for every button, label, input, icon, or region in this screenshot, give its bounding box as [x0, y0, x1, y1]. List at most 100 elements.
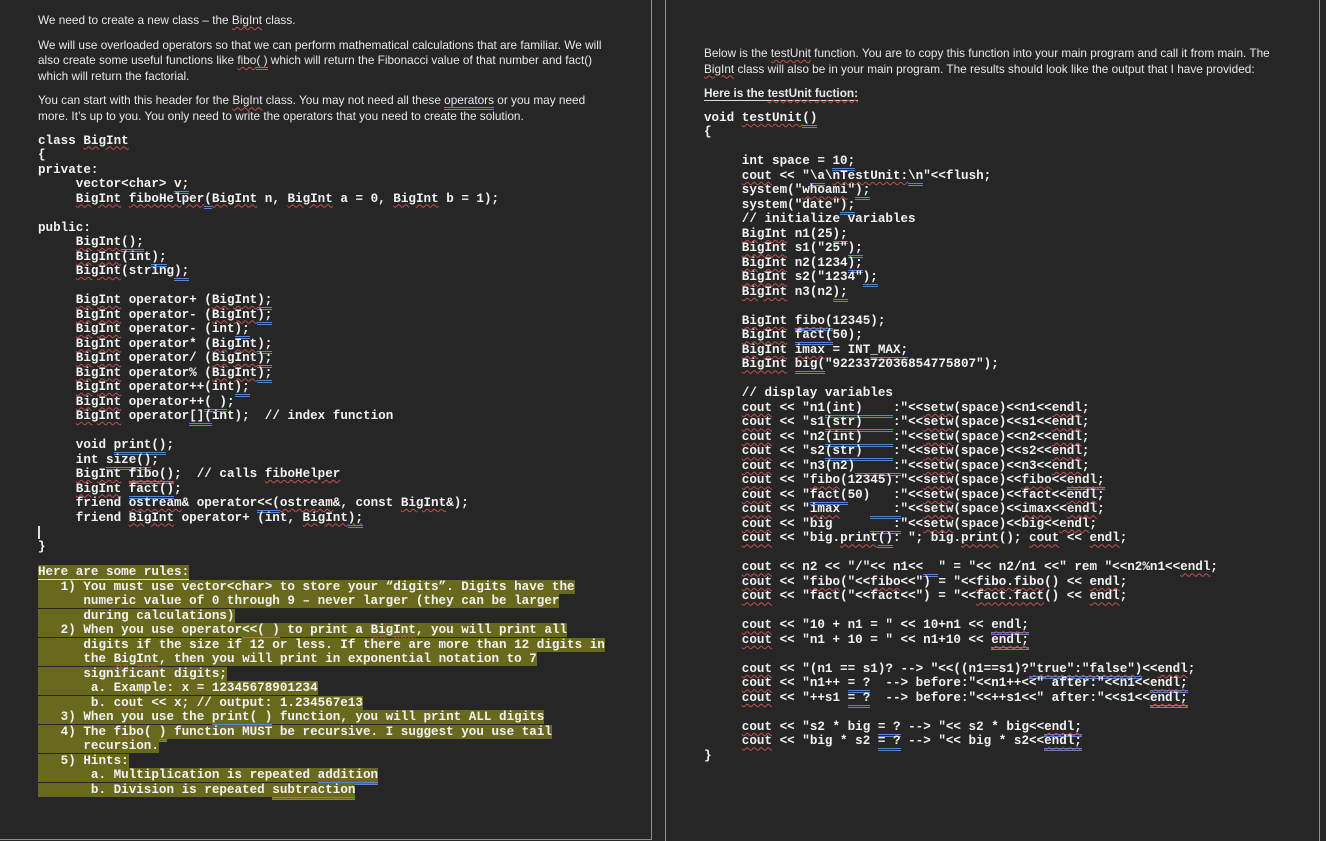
code-line[interactable]: BigInt n1(25);	[704, 226, 1313, 244]
code-line[interactable]: cout << "s1(str) :"<<setw(space)<<s1<<en…	[704, 415, 1313, 433]
code-line[interactable]: digits if the size if 12 or less. If the…	[38, 637, 645, 653]
code-line[interactable]: BigInt n3(n2);	[704, 284, 1313, 302]
code-line[interactable]: 2) When you use operator<<( ) to print a…	[38, 623, 645, 641]
text-line[interactable]: also create some useful functions like f…	[38, 53, 645, 71]
code-line[interactable]: }	[38, 540, 645, 555]
code-line[interactable]: 4) The fibo( ) function MUST be recursiv…	[38, 724, 645, 742]
code-line[interactable]: public:	[38, 221, 645, 236]
code-line[interactable]: BigInt fibo(); // calls fiboHelper	[38, 467, 645, 485]
code-line[interactable]: b. cout << x; // output: 1.234567e13	[38, 695, 645, 711]
code-line[interactable]	[38, 206, 645, 221]
code-line[interactable]: cout << "n1(int) :"<<setw(space)<<n1<<en…	[704, 400, 1313, 418]
code-line[interactable]: a. Multiplication is repeated addition	[38, 768, 645, 786]
code-line[interactable]: cout << n2 << "/"<< n1<< " = "<< n2/n1 <…	[704, 560, 1313, 578]
code-line[interactable]	[38, 525, 645, 540]
code-line[interactable]: }	[704, 749, 1313, 764]
code-line[interactable]: void print();	[38, 438, 645, 456]
code-line[interactable]: BigInt s1("25");	[704, 241, 1313, 259]
code-line[interactable]: recursion.	[38, 739, 645, 754]
code-line[interactable]: cout << "big.print(): "; big.print(); co…	[704, 531, 1313, 549]
code-line[interactable]: system("date");	[704, 197, 1313, 215]
text-line[interactable]: We need to create a new class – the BigI…	[38, 13, 645, 29]
code-line[interactable]: cout << "fibo(12345):"<<setw(space)<<fib…	[704, 473, 1313, 491]
code-line[interactable]: cout << "fibo("<<fibo<<") = "<<fibo.fibo…	[704, 575, 1313, 590]
code-line[interactable]: the BigInt, then you will print in expon…	[38, 652, 645, 667]
code-line[interactable]: cout << "big :"<<setw(space)<<big<<endl;	[704, 516, 1313, 534]
code-line[interactable]: BigInt n2(1234);	[704, 255, 1313, 273]
code-line[interactable]: int space = 10;	[704, 154, 1313, 172]
code-line[interactable]: cout << "s2 * big = ? --> "<< s2 * big<<…	[704, 719, 1313, 737]
text-line[interactable]: BigInt class will also be in your main p…	[704, 62, 1313, 78]
text-line[interactable]: more. It’s up to you. You only need to w…	[38, 109, 645, 125]
text-line[interactable]: which will return the factorial.	[38, 69, 645, 85]
code-line[interactable]: cout << "fact(50) :"<<setw(space)<<fact<…	[704, 487, 1313, 505]
code-line[interactable]: numeric value of 0 through 9 – never lar…	[38, 594, 645, 609]
code-line[interactable]: 3) When you use the print( ) function, y…	[38, 710, 645, 728]
code-line[interactable]: BigInt operator% (BigInt);	[38, 365, 645, 383]
code-line[interactable]: cout << "n3(n2) :"<<setw(space)<<n3<<end…	[704, 458, 1313, 476]
code-line[interactable]: BigInt s2("1234");	[704, 270, 1313, 288]
text-line[interactable]: We will use overloaded operators so that…	[38, 38, 645, 54]
code-line[interactable]: system("whoami");	[704, 183, 1313, 201]
code-line[interactable]: BigInt operator/ (BigInt);	[38, 351, 645, 369]
code-line[interactable]: cout << "n2(int) :"<<setw(space)<<n2<<en…	[704, 429, 1313, 447]
text-line[interactable]: Here is the testUnit fuction:	[704, 86, 1313, 102]
code-line[interactable]: int size();	[38, 452, 645, 470]
code-line[interactable]: BigInt operator- (int);	[38, 322, 645, 340]
code-line[interactable]	[704, 604, 1313, 619]
code-line[interactable]: cout << "\a\nTestUnit:\n"<<flush;	[704, 168, 1313, 186]
code-line[interactable]: BigInt operator++( );	[38, 394, 645, 412]
code-line[interactable]: BigInt operator++(int);	[38, 380, 645, 398]
code-line[interactable]: private:	[38, 163, 645, 178]
code-line[interactable]: cout << "n1++ = ? --> before:"<<n1++<<" …	[704, 676, 1313, 694]
code-line[interactable]: // initialize variables	[704, 212, 1313, 227]
code-line[interactable]: cout << "n1 + 10 = " << n1+10 << endl;	[704, 632, 1313, 650]
code-line[interactable]: // display variables	[704, 386, 1313, 401]
code-line[interactable]: BigInt operator- (BigInt);	[38, 307, 645, 325]
left-page[interactable]: We need to create a new class – the BigI…	[0, 0, 652, 840]
code-line[interactable]: b. Division is repeated subtraction	[38, 782, 645, 800]
code-line[interactable]: BigInt big("9223372036854775807");	[704, 357, 1313, 375]
right-page[interactable]: Below is the testUnit function. You are …	[665, 0, 1320, 841]
code-line[interactable]: Here are some rules:	[38, 565, 645, 581]
code-line[interactable]	[704, 546, 1313, 561]
code-line[interactable]: 1) You must use vector<char> to store yo…	[38, 579, 645, 595]
code-line[interactable]: cout << "imax :"<<setw(space)<<imax<<end…	[704, 502, 1313, 520]
code-line[interactable]: a. Example: x = 12345678901234	[38, 681, 645, 696]
code-line[interactable]: vector<char> v;	[38, 177, 645, 195]
code-line[interactable]: BigInt imax = INT_MAX;	[704, 342, 1313, 360]
code-line[interactable]: class BigInt	[38, 134, 645, 149]
code-line[interactable]: BigInt fact();	[38, 481, 645, 499]
text-run: endl	[1066, 502, 1098, 517]
code-line[interactable]	[38, 424, 645, 439]
code-line[interactable]: BigInt();	[38, 235, 645, 253]
code-line[interactable]: 5) Hints:	[38, 753, 645, 769]
code-line[interactable]	[704, 299, 1313, 314]
code-line[interactable]: cout << "10 + n1 = " << 10+n1 << endl;	[704, 618, 1313, 636]
code-line[interactable]: cout << "big * s2 = ? --> "<< big * s2<<…	[704, 734, 1313, 752]
code-line[interactable]: cout << "fact("<<fact<<") = "<<fact.fact…	[704, 589, 1313, 604]
code-line[interactable]: cout << "(n1 == s1)? --> "<<((n1==s1)?"t…	[704, 661, 1313, 679]
code-line[interactable]: cout << "++s1 = ? --> before:"<<++s1<<" …	[704, 690, 1313, 708]
code-line[interactable]: significant digits;	[38, 666, 645, 684]
code-line[interactable]: {	[38, 148, 645, 163]
code-line[interactable]: {	[704, 125, 1313, 140]
text-line[interactable]: You can start with this header for the B…	[38, 93, 645, 111]
code-line[interactable]: BigInt(int);	[38, 249, 645, 267]
code-line[interactable]	[704, 705, 1313, 720]
code-line[interactable]: BigInt operator* (BigInt);	[38, 336, 645, 354]
code-line[interactable]: BigInt fibo(12345);	[704, 313, 1313, 331]
code-line[interactable]	[38, 279, 645, 294]
code-line[interactable]: BigInt operator[](int); // index functio…	[38, 409, 645, 427]
text-line[interactable]: Below is the testUnit function. You are …	[704, 46, 1313, 62]
code-line[interactable]	[704, 140, 1313, 155]
code-line[interactable]: cout << "s2(str) :"<<setw(space)<<s2<<en…	[704, 444, 1313, 462]
code-line[interactable]: BigInt fiboHelper(BigInt n, BigInt a = 0…	[38, 191, 645, 209]
code-line[interactable]: void testUnit()	[704, 110, 1313, 128]
code-line[interactable]: during calculations)	[38, 608, 645, 624]
code-line[interactable]: BigInt(string);	[38, 264, 645, 282]
code-line[interactable]: BigInt fact(50);	[704, 328, 1313, 346]
code-line[interactable]: friend BigInt operator+ (int, BigInt);	[38, 510, 645, 528]
code-line[interactable]: BigInt operator+ (BigInt);	[38, 293, 645, 311]
code-line[interactable]: friend ostream& operator<<(ostream&, con…	[38, 496, 645, 514]
